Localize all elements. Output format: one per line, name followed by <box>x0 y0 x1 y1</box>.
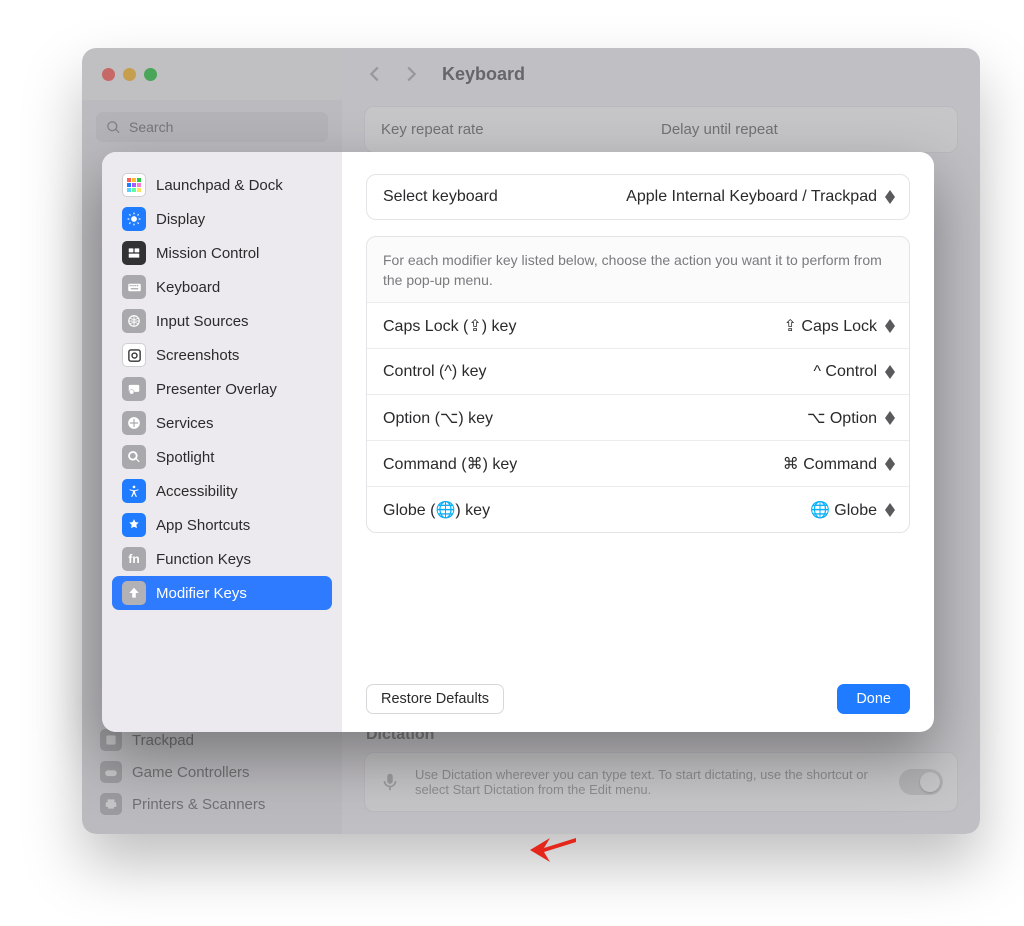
sidebar-item-screenshots[interactable]: Screenshots <box>112 338 332 372</box>
function-keys-icon: fn <box>122 547 146 571</box>
sidebar-item-label: Display <box>156 211 205 228</box>
popup-arrows-icon <box>885 411 897 425</box>
screenshots-icon <box>122 343 146 367</box>
sidebar-item-label: Modifier Keys <box>156 585 247 602</box>
popup-arrows-icon <box>885 319 897 333</box>
sidebar-item-label: Launchpad & Dock <box>156 177 283 194</box>
restore-defaults-label: Restore Defaults <box>381 691 489 707</box>
modifier-help-text: For each modifier key listed below, choo… <box>367 237 909 302</box>
spotlight-icon <box>122 445 146 469</box>
input-sources-icon <box>122 309 146 333</box>
modifier-row-label: Option (⌥) key <box>383 408 493 428</box>
sidebar-item-accessibility[interactable]: Accessibility <box>112 474 332 508</box>
sidebar-item-label: Spotlight <box>156 449 214 466</box>
sidebar-item-spotlight[interactable]: Spotlight <box>112 440 332 474</box>
restore-defaults-button[interactable]: Restore Defaults <box>366 684 504 714</box>
modifier-row[interactable]: Option (⌥) key ⌥ Option <box>367 394 909 440</box>
annotation-arrow-icon <box>530 832 576 867</box>
accessibility-icon <box>122 479 146 503</box>
modifier-row-label: Control (^) key <box>383 363 487 381</box>
modifier-row-label: Globe (🌐) key <box>383 500 490 520</box>
select-keyboard-label: Select keyboard <box>383 188 498 206</box>
modifier-keys-sheet: Launchpad & Dock Display Mission Control Ke… <box>102 152 934 732</box>
app-shortcuts-icon <box>122 513 146 537</box>
modifier-row[interactable]: Control (^) key ^ Control <box>367 348 909 394</box>
modifier-keys-card: For each modifier key listed below, choo… <box>366 236 910 533</box>
sidebar-item-modifier-keys[interactable]: Modifier Keys <box>112 576 332 610</box>
sheet-footer: Restore Defaults Done <box>366 668 910 714</box>
sidebar-item-function-keys[interactable]: fn Function Keys <box>112 542 332 576</box>
modifier-row-value: ⌘ Command <box>783 454 877 474</box>
select-keyboard-row[interactable]: Select keyboard Apple Internal Keyboard … <box>366 174 910 220</box>
sidebar-item-label: App Shortcuts <box>156 517 250 534</box>
sidebar-item-launchpad-dock[interactable]: Launchpad & Dock <box>112 168 332 202</box>
modifier-keys-icon <box>122 581 146 605</box>
modifier-row-value: ⌥ Option <box>807 408 877 428</box>
sheet-main: Select keyboard Apple Internal Keyboard … <box>342 152 934 732</box>
modifier-row-value: 🌐 Globe <box>810 500 877 520</box>
sidebar-item-app-shortcuts[interactable]: App Shortcuts <box>112 508 332 542</box>
sidebar-item-presenter-overlay[interactable]: Presenter Overlay <box>112 372 332 406</box>
sidebar-item-label: Accessibility <box>156 483 238 500</box>
modifier-row[interactable]: Globe (🌐) key 🌐 Globe <box>367 486 909 532</box>
services-icon <box>122 411 146 435</box>
sidebar-item-services[interactable]: Services <box>112 406 332 440</box>
sidebar-item-input-sources[interactable]: Input Sources <box>112 304 332 338</box>
sidebar-item-label: Screenshots <box>156 347 239 364</box>
popup-arrows-icon <box>885 365 897 379</box>
modifier-row-value: ^ Control <box>813 363 877 381</box>
sidebar-item-label: Presenter Overlay <box>156 381 277 398</box>
modifier-row[interactable]: Command (⌘) key ⌘ Command <box>367 440 909 486</box>
popup-arrows-icon <box>885 457 897 471</box>
modifier-row-label: Caps Lock (⇪) key <box>383 316 516 336</box>
sidebar-item-mission-control[interactable]: Mission Control <box>112 236 332 270</box>
sidebar-item-label: Mission Control <box>156 245 259 262</box>
display-icon <box>122 207 146 231</box>
mission-control-icon <box>122 241 146 265</box>
select-keyboard-value: Apple Internal Keyboard / Trackpad <box>626 188 877 206</box>
done-label: Done <box>856 691 891 707</box>
modifier-row-value: ⇪ Caps Lock <box>784 316 877 336</box>
popup-arrows-icon <box>885 503 897 517</box>
sidebar-item-label: Services <box>156 415 214 432</box>
presenter-overlay-icon <box>122 377 146 401</box>
sidebar-item-label: Function Keys <box>156 551 251 568</box>
sidebar-item-label: Input Sources <box>156 313 249 330</box>
sidebar-item-keyboard[interactable]: Keyboard <box>112 270 332 304</box>
launchpad-dock-icon <box>122 173 146 197</box>
popup-arrows-icon <box>885 190 897 204</box>
sidebar-item-display[interactable]: Display <box>112 202 332 236</box>
keyboard-icon <box>122 275 146 299</box>
modifier-row-label: Command (⌘) key <box>383 454 517 474</box>
done-button[interactable]: Done <box>837 684 910 714</box>
sidebar-item-label: Keyboard <box>156 279 220 296</box>
modifier-row[interactable]: Caps Lock (⇪) key ⇪ Caps Lock <box>367 302 909 348</box>
sheet-sidebar: Launchpad & Dock Display Mission Control Ke… <box>102 152 342 732</box>
